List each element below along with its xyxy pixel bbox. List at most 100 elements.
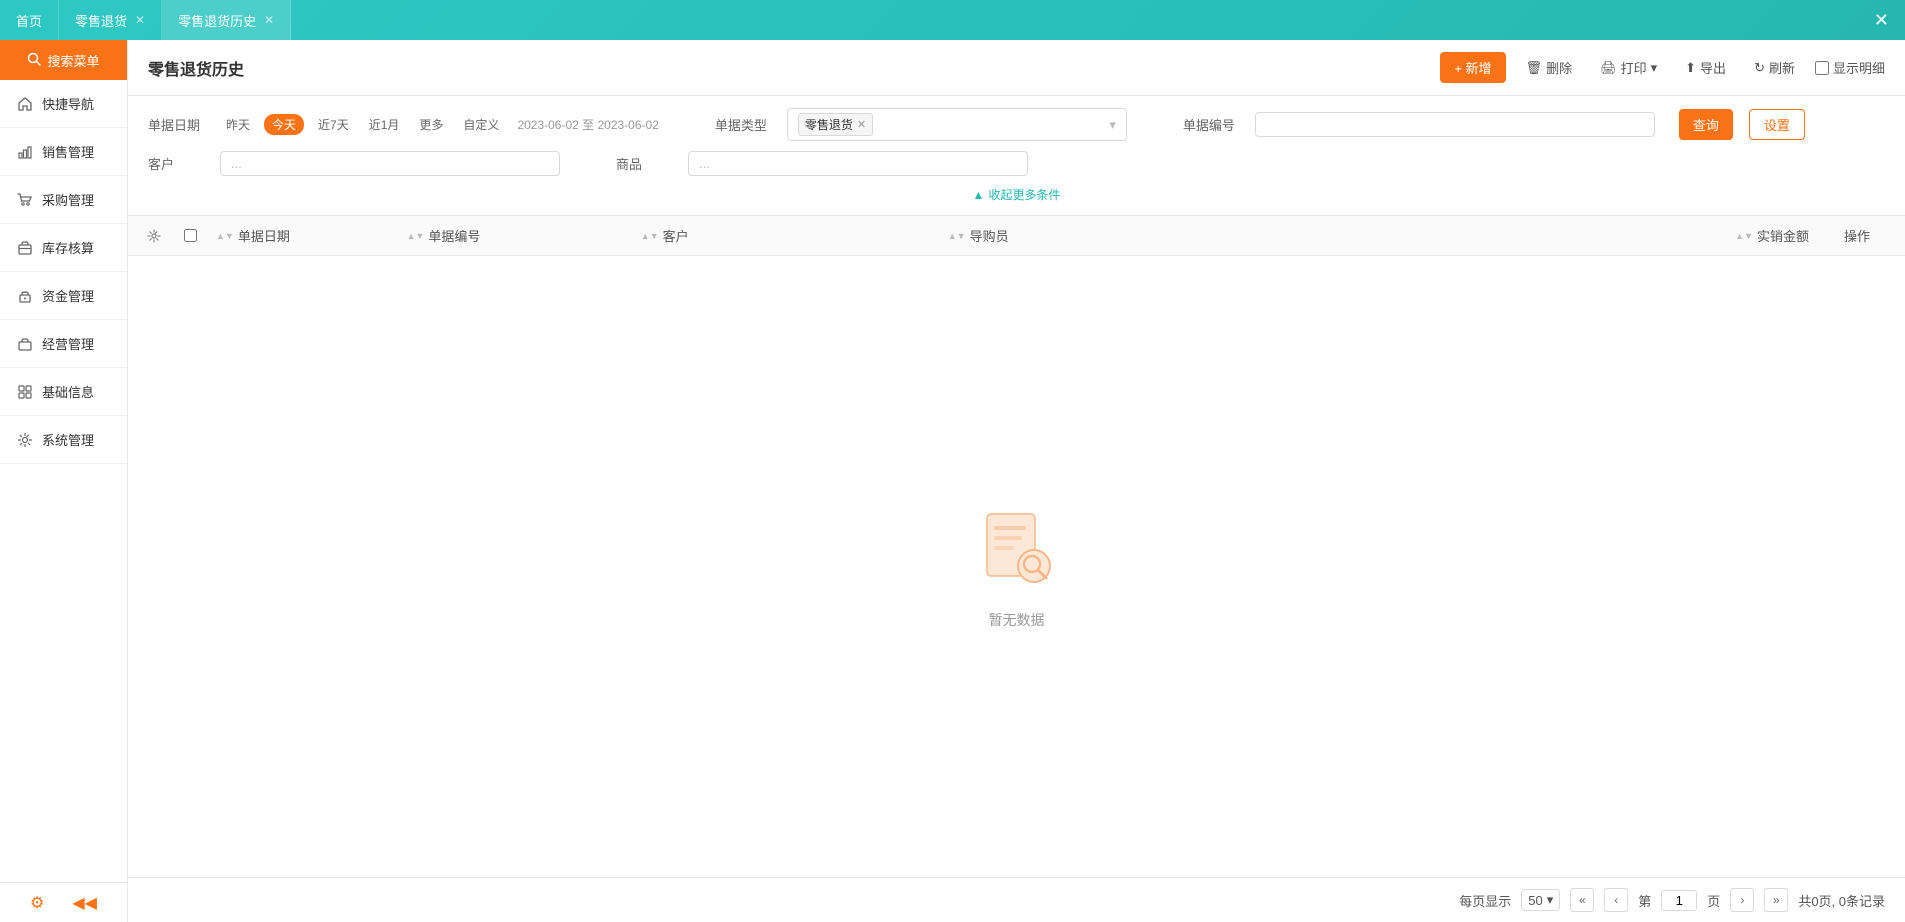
col-voucher-label: 单据编号 — [428, 226, 480, 245]
sidebar-item-purchase[interactable]: 采购管理 — [0, 176, 127, 224]
chart-icon — [16, 143, 34, 161]
sidebar-item-sales[interactable]: 销售管理 — [0, 128, 127, 176]
date-7days[interactable]: 近7天 — [312, 114, 355, 135]
total-label: 共0页, 0条记录 — [1798, 891, 1885, 910]
delete-icon: 🗑 — [1526, 60, 1543, 76]
col-guide-label: 导购员 — [970, 226, 1009, 245]
voucher-no-label: 单据编号 — [1183, 115, 1239, 134]
cart-icon — [16, 191, 34, 209]
date-more[interactable]: 更多 — [413, 114, 449, 135]
tab-retail-return[interactable]: 零售退货 ✕ — [59, 0, 162, 40]
query-button[interactable]: 查询 — [1679, 109, 1733, 140]
col-op: 操作 — [1817, 226, 1897, 245]
voucher-type-select[interactable]: 零售退货 ✕ ▾ — [787, 108, 1127, 141]
prev-page-button[interactable]: ‹ — [1604, 888, 1628, 912]
empty-illustration — [972, 504, 1062, 594]
per-page-label: 每页显示 — [1459, 891, 1511, 910]
collapse-label: 收起更多条件 — [988, 186, 1060, 203]
customer-input[interactable]: ... — [220, 151, 560, 176]
sidebar-item-operation-label: 经营管理 — [42, 334, 94, 353]
date-yesterday[interactable]: 昨天 — [220, 114, 256, 135]
lock-icon — [16, 287, 34, 305]
page-header: 零售退货历史 + 新增 🗑 删除 🖨 打印 ▾ ⬆ 导出 ↻ — [128, 40, 1905, 96]
customer-placeholder: ... — [231, 156, 242, 171]
col-date: ▲▼ 单据日期 — [208, 226, 399, 245]
col-settings[interactable] — [136, 229, 172, 243]
col-customer: ▲▼ 客户 — [633, 226, 940, 245]
goods-placeholder: ... — [699, 156, 710, 171]
select-all-checkbox[interactable] — [184, 229, 197, 242]
date-custom[interactable]: 自定义 — [457, 114, 505, 135]
sidebar-item-purchase-label: 采购管理 — [42, 190, 94, 209]
filter-row-1: 单据日期 昨天 今天 近7天 近1月 更多 自定义 2023-06-02 至 2… — [148, 108, 1885, 141]
date-1month[interactable]: 近1月 — [363, 114, 406, 135]
voucher-type-tag: 零售退货 ✕ — [798, 113, 873, 136]
sidebar-item-home-label: 快捷导航 — [42, 94, 94, 113]
settings-filter-button[interactable]: 设置 — [1749, 109, 1805, 140]
empty-text: 暂无数据 — [989, 610, 1045, 630]
volume-icon[interactable]: ◀◀ — [72, 893, 97, 913]
sort-voucher-icon: ▲▼ — [407, 231, 425, 241]
sidebar-item-inventory[interactable]: 库存核算 — [0, 224, 127, 272]
date-filter-label: 单据日期 — [148, 115, 204, 134]
sidebar-item-operation[interactable]: 经营管理 — [0, 320, 127, 368]
voucher-type-tag-value: 零售退货 — [805, 116, 853, 133]
main-layout: 搜索菜单 快捷导航 销售管理 采购管理 — [0, 40, 1905, 922]
delete-button[interactable]: 🗑 删除 — [1518, 54, 1581, 81]
tab-home-label: 首页 — [16, 11, 42, 30]
col-guide: ▲▼ 导购员 — [940, 226, 1174, 245]
collapse-button[interactable]: ▲ 收起更多条件 — [973, 186, 1061, 203]
tab-retail-return-label: 零售退货 — [75, 11, 127, 30]
sidebar-item-home[interactable]: 快捷导航 — [0, 80, 127, 128]
print-button[interactable]: 🖨 打印 ▾ — [1592, 54, 1665, 81]
date-range-display: 2023-06-02 至 2023-06-02 — [517, 116, 658, 133]
sidebar-item-finance[interactable]: 资金管理 — [0, 272, 127, 320]
sidebar-item-finance-label: 资金管理 — [42, 286, 94, 305]
tab-retail-return-history-close[interactable]: ✕ — [264, 13, 274, 27]
col-customer-label: 客户 — [663, 226, 689, 245]
sidebar-item-system[interactable]: 系统管理 — [0, 416, 127, 464]
date-shortcuts: 昨天 今天 近7天 近1月 更多 自定义 2023-06-02 至 2023-0… — [220, 114, 659, 135]
sidebar-item-sales-label: 销售管理 — [42, 142, 94, 161]
first-page-button[interactable]: « — [1570, 888, 1594, 912]
page-label: 第 — [1638, 891, 1651, 910]
col-date-label: 单据日期 — [238, 226, 290, 245]
grid-icon — [16, 383, 34, 401]
sidebar-item-basic-info[interactable]: 基础信息 — [0, 368, 127, 416]
top-bar-close[interactable]: ✕ — [1874, 10, 1905, 31]
date-today[interactable]: 今天 — [264, 114, 304, 135]
show-detail-wrap: 显示明细 — [1815, 58, 1885, 77]
goods-filter-label: 商品 — [616, 154, 672, 173]
sidebar-menu: 快捷导航 销售管理 采购管理 库存核算 — [0, 80, 127, 882]
home-icon — [16, 95, 34, 113]
table-container: ▲▼ 单据日期 ▲▼ 单据编号 ▲▼ 客户 ▲▼ 导购员 ▲▼ — [128, 216, 1905, 877]
page-size-select[interactable]: 50 ▾ — [1521, 889, 1560, 911]
gear-bottom-icon[interactable]: ⚙ — [30, 893, 44, 913]
col-checkbox[interactable] — [172, 229, 208, 242]
goods-input[interactable]: ... — [688, 151, 1028, 176]
content-area: 零售退货历史 + 新增 🗑 删除 🖨 打印 ▾ ⬆ 导出 ↻ — [128, 40, 1905, 922]
page-number-input[interactable] — [1661, 890, 1697, 911]
customer-filter-label: 客户 — [148, 154, 204, 173]
refresh-icon: ↻ — [1754, 60, 1765, 76]
show-detail-checkbox[interactable] — [1815, 61, 1829, 75]
briefcase-icon — [16, 335, 34, 353]
last-page-button[interactable]: » — [1764, 888, 1788, 912]
refresh-button[interactable]: ↻ 刷新 — [1746, 54, 1803, 81]
new-button[interactable]: + 新增 — [1440, 52, 1505, 83]
voucher-type-remove[interactable]: ✕ — [857, 118, 866, 131]
sidebar-item-system-label: 系统管理 — [42, 430, 94, 449]
next-page-button[interactable]: › — [1730, 888, 1754, 912]
print-icon: 🖨 — [1600, 60, 1617, 76]
tab-retail-return-history-label: 零售退货历史 — [178, 11, 256, 30]
tab-retail-return-history[interactable]: 零售退货历史 ✕ — [162, 0, 291, 40]
sidebar-search-label: 搜索菜单 — [47, 51, 99, 70]
export-button[interactable]: ⬆ 导出 — [1677, 54, 1734, 81]
sidebar-search[interactable]: 搜索菜单 — [0, 40, 127, 80]
refresh-label: 刷新 — [1769, 58, 1795, 77]
sort-customer-icon: ▲▼ — [641, 231, 659, 241]
tab-retail-return-close[interactable]: ✕ — [135, 13, 145, 27]
voucher-no-input[interactable] — [1255, 112, 1655, 137]
sidebar-bottom: ⚙ ◀◀ — [0, 882, 127, 922]
tab-home[interactable]: 首页 — [0, 0, 59, 40]
